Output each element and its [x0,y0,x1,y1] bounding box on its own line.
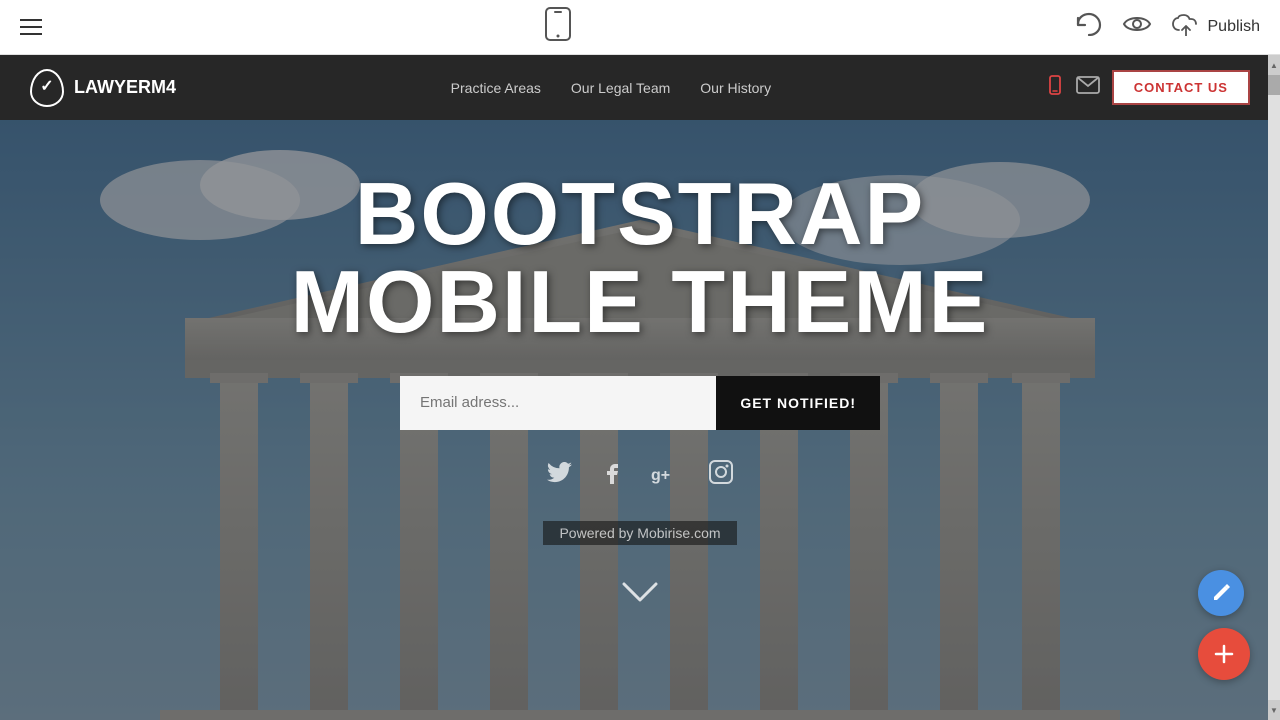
toolbar-left [20,19,42,35]
navbar-icons: CONTACT US [1046,70,1250,105]
hero-title-line1: BOOTSTRAP [355,164,925,263]
email-input[interactable] [400,376,716,430]
publish-label: Publish [1208,18,1260,36]
mail-icon[interactable] [1076,76,1100,100]
shield-icon: ✓ [30,69,64,107]
undo-icon[interactable] [1074,12,1102,42]
hero-form: GET NOTIFIED! [400,376,880,430]
nav-links: Practice Areas Our Legal Team Our Histor… [451,80,771,96]
get-notified-button[interactable]: GET NOTIFIED! [716,376,880,430]
hero-title: BOOTSTRAP MOBILE THEME [291,170,990,346]
navbar: ✓ LAWYERM4 Practice Areas Our Legal Team… [0,55,1280,120]
facebook-icon[interactable] [601,460,623,491]
scroll-down-chevron[interactable] [622,579,658,611]
google-plus-icon[interactable]: g+ [651,460,681,491]
social-icons: g+ [547,460,733,491]
brand-logo[interactable]: ✓ LAWYERM4 [30,69,176,107]
nav-our-history[interactable]: Our History [700,80,771,96]
hero-section: BOOTSTRAP MOBILE THEME GET NOTIFIED! g+ [0,120,1280,720]
cloud-upload-icon [1172,14,1200,41]
instagram-icon[interactable] [709,460,733,491]
toolbar-center [544,6,572,49]
powered-by-text: Powered by Mobirise.com [543,521,736,545]
hero-content: BOOTSTRAP MOBILE THEME GET NOTIFIED! g+ [291,170,990,611]
toolbar-right: Publish [1074,12,1260,42]
scrollbar-track [1268,55,1280,720]
toolbar: Publish [0,0,1280,55]
nav-legal-team[interactable]: Our Legal Team [571,80,670,96]
twitter-icon[interactable] [547,460,573,491]
fab-edit-button[interactable] [1198,570,1244,616]
hamburger-menu[interactable] [20,19,42,35]
contact-us-button[interactable]: CONTACT US [1112,70,1250,105]
brand-name: LAWYERM4 [74,77,176,98]
hero-title-line2: MOBILE THEME [291,252,990,351]
phone-icon[interactable] [1046,75,1064,100]
scrollbar-arrow-down[interactable]: ▼ [1268,700,1280,720]
nav-practice-areas[interactable]: Practice Areas [451,80,541,96]
fab-add-button[interactable] [1198,628,1250,680]
scrollbar-arrow-up[interactable]: ▲ [1268,55,1280,75]
svg-text:g+: g+ [651,467,670,484]
publish-button[interactable]: Publish [1172,14,1260,41]
fab-container [1198,570,1250,680]
mobile-preview-icon[interactable] [544,6,572,49]
preview-eye-icon[interactable] [1122,13,1152,41]
